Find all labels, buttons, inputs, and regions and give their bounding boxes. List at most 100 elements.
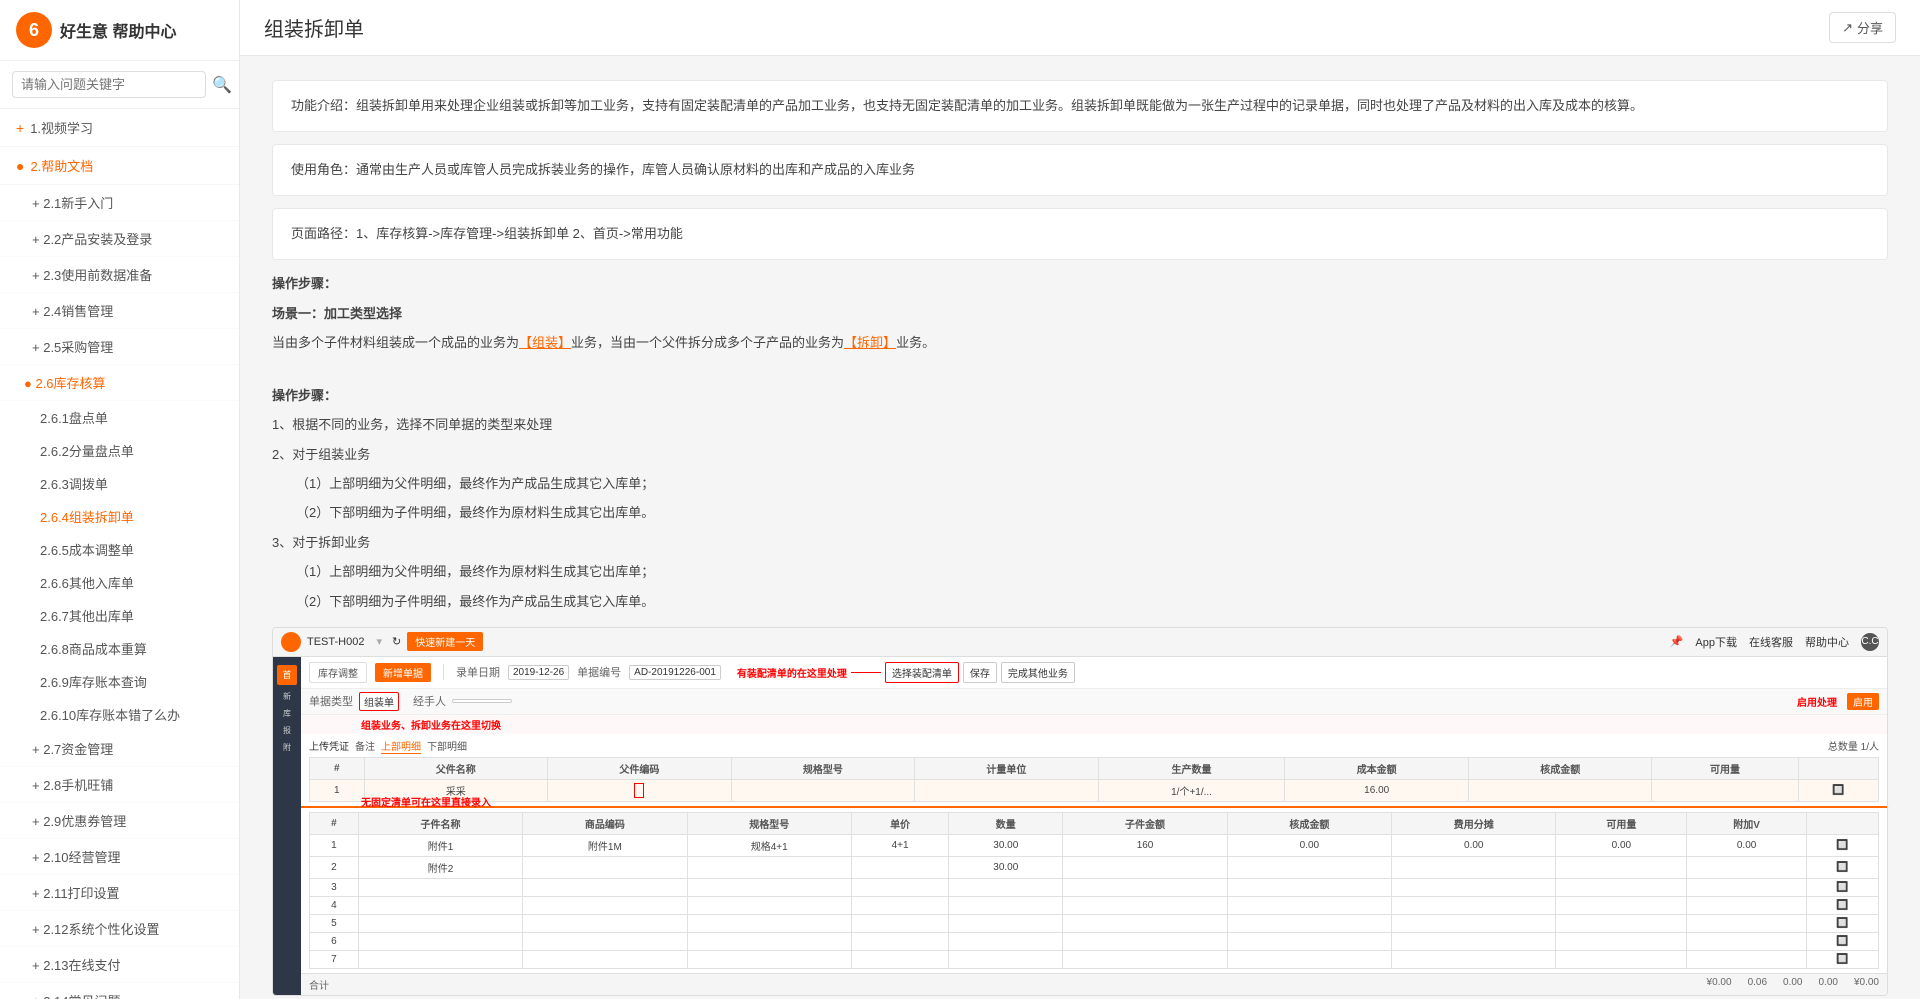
expand-icon: + — [32, 994, 43, 999]
mock-th-qty: 生产数量 — [1098, 757, 1285, 779]
share-button[interactable]: ↗ 分享 — [1829, 12, 1896, 43]
mock-btn-config: 选择装配清单 — [885, 662, 959, 683]
mock-divider — [443, 664, 444, 680]
expand-icon: + — [32, 814, 43, 829]
step3-2: （2）下部明细为子件明细，最终作为产成品生成其它入库单。 — [296, 590, 1888, 613]
sidebar-item-purchase[interactable]: + 2.5采购管理 — [0, 329, 239, 365]
mock-logo — [281, 632, 301, 652]
app-title: 好生意 帮助中心 — [60, 18, 176, 42]
sidebar-item-inventory-label: 2.6库存核算 — [35, 376, 105, 391]
sidebar-item-system[interactable]: + 2.12系统个性化设置 — [0, 911, 239, 947]
scene-desc: 当由多个子件材料组装成一个成品的业务为【组装】业务，当由一个父件拆分成多个子产品… — [272, 331, 1888, 354]
sidebar-item-sales[interactable]: + 2.4销售管理 — [0, 293, 239, 329]
search-input[interactable] — [12, 71, 206, 98]
expand-icon: + — [16, 120, 24, 136]
mock-td-vcost — [1468, 779, 1652, 801]
mock-annotation4-text: 无固定清单可在这里直接录入 — [361, 794, 491, 809]
logo-icon: 6 — [16, 12, 52, 48]
path-text: 页面路径：1、库存核算->库存管理->组装拆卸单 2、首页->常用功能 — [291, 226, 683, 241]
screenshot-container: TEST-H002 ▾ ↻ 快速新建一天 📌 App下载 在线客服 帮助中心 C… — [272, 627, 1888, 996]
sidebar-item-stocktake[interactable]: 2.6.1盘点单 — [0, 401, 239, 434]
mock-nav-app: App下载 — [1695, 634, 1737, 650]
sidebar-item-help-docs[interactable]: ● 2.帮助文档 — [0, 147, 239, 185]
mock-total-val2: 0.06 — [1748, 977, 1767, 992]
mock-lth-avail: 可用量 — [1556, 812, 1687, 834]
sidebar-item-system-label: 2.12系统个性化设置 — [43, 922, 159, 937]
sidebar-item-coupon[interactable]: + 2.9优惠券管理 — [0, 803, 239, 839]
mock-upper-tabs: 上传凭证 备注 上部明细 下部明细 总数量 1/人 — [309, 738, 1879, 754]
mock-arrow-line1 — [851, 672, 881, 673]
sidebar-item-print[interactable]: + 2.11打印设置 — [0, 875, 239, 911]
mock-neworder-btn: 快速新建一天 — [407, 632, 483, 651]
sidebar-item-online-pay[interactable]: + 2.13在线支付 — [0, 947, 239, 983]
sidebar-item-split-stocktake-label: 2.6.2分量盘点单 — [40, 444, 134, 459]
sidebar-item-ops[interactable]: + 2.10经营管理 — [0, 839, 239, 875]
sidebar-item-cost-adjust[interactable]: 2.6.5成本调整单 — [0, 533, 239, 566]
sidebar-item-newcomer[interactable]: + 2.1新手入门 — [0, 185, 239, 221]
step2: 2、对于组装业务 — [272, 443, 1888, 466]
sidebar-item-cost-recalc[interactable]: 2.6.8商品成本重算 — [0, 632, 239, 665]
table-row: 3🔲 — [310, 878, 1879, 896]
sidebar-item-split-stocktake[interactable]: 2.6.2分量盘点单 — [0, 434, 239, 467]
mock-company: TEST-H002 — [307, 636, 364, 648]
mock-date-label: 录单日期 — [456, 664, 500, 680]
intro-card: 功能介绍：组装拆卸单用来处理企业组装或拆卸等加工业务，支持有固定装配清单的产品加… — [272, 80, 1888, 132]
sidebar-item-faq[interactable]: + 2.14常见问题 — [0, 983, 239, 999]
mock-order-label: 单据编号 — [577, 664, 621, 680]
mock-total-val1: ¥0.00 — [1707, 977, 1732, 992]
path-card: 页面路径：1、库存核算->库存管理->组装拆卸单 2、首页->常用功能 — [272, 208, 1888, 260]
mock-pin-icon: 📌 — [1670, 635, 1684, 648]
sidebar-item-videos[interactable]: + 1.视频学习 — [0, 109, 239, 147]
sidebar-item-inventory[interactable]: ● 2.6库存核算 — [0, 365, 239, 401]
mock-lower-tab: 下部明细 — [427, 738, 467, 753]
mock-lower-table-area: 无固定清单可在这里直接录入 # 子件名称 商品编码 规格型号 单价 — [301, 806, 1887, 973]
expand-icon: + — [32, 304, 43, 319]
mock-order-value: AD-20191226-001 — [629, 665, 721, 680]
mock-annotation2-text: 组装业务、拆卸业务在这里切换 — [361, 721, 501, 732]
intro-text: 功能介绍：组装拆卸单用来处理企业组装或拆卸等加工业务，支持有固定装配清单的产品加… — [291, 98, 1643, 113]
sidebar-item-assembly-label: 2.6.4组装拆卸单 — [40, 510, 134, 525]
sidebar-item-finance[interactable]: + 2.7资金管理 — [0, 731, 239, 767]
disassembly-link[interactable]: 【拆卸】 — [844, 335, 896, 350]
sidebar-item-other-in[interactable]: 2.6.6其他入库单 — [0, 566, 239, 599]
mock-sub-toolbar: 单据类型 组装单 经手人 启用处理 启用 — [301, 689, 1887, 715]
sidebar-item-install[interactable]: + 2.2产品安装及登录 — [0, 221, 239, 257]
sidebar-item-transfer[interactable]: 2.6.3调拨单 — [0, 467, 239, 500]
mock-screenshot: TEST-H002 ▾ ↻ 快速新建一天 📌 App下载 在线客服 帮助中心 C… — [273, 628, 1887, 995]
mock-total-val4: 0.00 — [1819, 977, 1838, 992]
mock-th-actions — [1798, 757, 1878, 779]
table-row: 1 附件1 附件1M 规格4+1 4+1 30.00 160 0.00 0.00 — [310, 834, 1879, 856]
mock-nav-icon4: 报 — [283, 725, 291, 736]
mock-td-prodqty: 1/个+1/... — [1098, 779, 1285, 801]
sidebar-item-mobile[interactable]: + 2.8手机旺铺 — [0, 767, 239, 803]
mock-note-label: 备注 — [355, 738, 375, 753]
mock-lth-subtotal: 子件金额 — [1063, 812, 1227, 834]
mock-total-val5: ¥0.00 — [1854, 977, 1879, 992]
sidebar-item-assembly[interactable]: 2.6.4组装拆卸单 — [0, 500, 239, 533]
sidebar-item-data-prep-label: 2.3使用前数据准备 — [43, 268, 152, 283]
sidebar-item-stock-query[interactable]: 2.6.9库存账本查询 — [0, 665, 239, 698]
expand-icon: + — [32, 958, 43, 973]
mock-th-spec: 规格型号 — [731, 757, 915, 779]
search-icon[interactable]: 🔍 — [212, 75, 232, 95]
table-row: 2 附件2 30.00 — [310, 856, 1879, 878]
mock-lth-actions — [1806, 812, 1878, 834]
sidebar-item-coupon-label: 2.9优惠券管理 — [43, 814, 126, 829]
mock-user-avatar: C.C — [1861, 633, 1879, 651]
sidebar-item-transfer-label: 2.6.3调拨单 — [40, 477, 108, 492]
sidebar-item-data-prep[interactable]: + 2.3使用前数据准备 — [0, 257, 239, 293]
mock-bottom-bar: 合计 ¥0.00 0.06 0.00 0.00 ¥0.00 — [301, 973, 1887, 995]
mock-nav-icon5: 附 — [283, 742, 291, 753]
sidebar-item-other-in-label: 2.6.6其他入库单 — [40, 576, 134, 591]
step3-1: （1）上部明细为父件明细，最终作为原材料生成其它出库单； — [296, 560, 1888, 583]
mock-td-action: 🔲 — [1798, 779, 1878, 801]
sidebar-item-other-out[interactable]: 2.6.7其他出库单 — [0, 599, 239, 632]
role-card: 使用角色：通常由生产人员或库管人员完成拆装业务的操作，库管人员确认原材料的出库和… — [272, 144, 1888, 196]
mock-td-unit — [915, 779, 1099, 801]
mock-btn-complete: 完成其他业务 — [1001, 662, 1075, 683]
sidebar-item-account-error[interactable]: 2.6.10库存账本错了么办 — [0, 698, 239, 731]
expand-icon: + — [32, 268, 43, 283]
expand-icon: + — [32, 886, 43, 901]
sidebar-item-mobile-label: 2.8手机旺铺 — [43, 778, 113, 793]
assembly-link[interactable]: 【组装】 — [519, 335, 571, 350]
